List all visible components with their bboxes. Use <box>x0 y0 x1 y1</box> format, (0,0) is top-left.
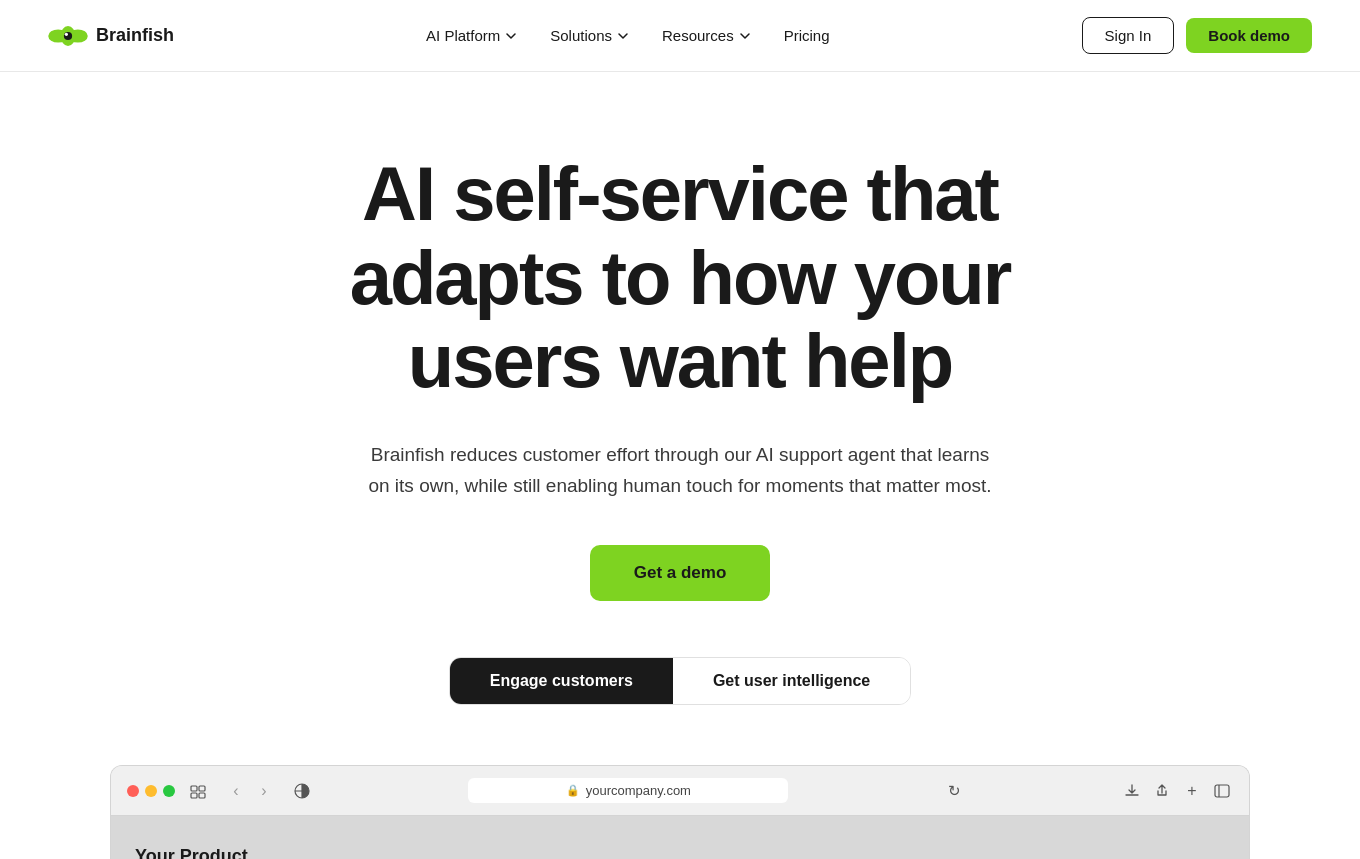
svg-rect-6 <box>199 786 205 791</box>
nav-link-resources[interactable]: Resources <box>648 19 766 52</box>
chevron-down-icon <box>504 29 518 43</box>
nav-link-solutions[interactable]: Solutions <box>536 19 644 52</box>
browser-toolbar: ‹ › 🔒 yourcompany.com ↻ <box>111 766 1249 816</box>
svg-point-3 <box>64 31 72 39</box>
nav-link-ai-platform[interactable]: AI Platform <box>412 19 532 52</box>
svg-rect-10 <box>1215 785 1229 797</box>
browser-right-icons: + <box>1121 780 1233 802</box>
signin-button[interactable]: Sign In <box>1082 17 1175 54</box>
browser-dot-red[interactable] <box>127 785 139 797</box>
hero-section: AI self-service that adapts to how your … <box>0 72 1360 765</box>
hero-subtitle: Brainfish reduces customer effort throug… <box>360 439 1000 502</box>
get-demo-button[interactable]: Get a demo <box>590 545 771 601</box>
svg-point-4 <box>65 32 68 35</box>
browser-nav-controls: ‹ › <box>225 780 275 802</box>
browser-url-bar[interactable]: 🔒 yourcompany.com <box>468 778 788 803</box>
tabs-container: Engage customers Get user intelligence <box>449 657 912 705</box>
browser-back-icon[interactable]: ‹ <box>225 780 247 802</box>
chevron-down-icon <box>616 29 630 43</box>
svg-rect-7 <box>191 793 197 798</box>
browser-section: ‹ › 🔒 yourcompany.com ↻ <box>0 765 1360 859</box>
browser-traffic-lights <box>127 785 175 797</box>
svg-rect-5 <box>191 786 197 791</box>
navbar: Brainfish AI Platform Solutions Resource… <box>0 0 1360 72</box>
browser-forward-icon[interactable]: › <box>253 780 275 802</box>
tab-get-user-intelligence[interactable]: Get user intelligence <box>673 658 910 704</box>
logo-link[interactable]: Brainfish <box>48 22 174 50</box>
nav-links: AI Platform Solutions Resources Pricing <box>412 19 843 52</box>
book-demo-button[interactable]: Book demo <box>1186 18 1312 53</box>
browser-url-text: yourcompany.com <box>586 783 691 798</box>
svg-rect-8 <box>199 793 205 798</box>
browser-refresh-icon[interactable]: ↻ <box>944 780 966 802</box>
brainfish-logo-icon <box>48 22 88 50</box>
browser-product-label: Your Product <box>135 846 248 859</box>
browser-download-icon[interactable] <box>1121 780 1143 802</box>
browser-sidebar-icon[interactable] <box>1211 780 1233 802</box>
browser-tabs-icon <box>187 780 209 802</box>
logo-text: Brainfish <box>96 25 174 46</box>
browser-share-icon[interactable] <box>1151 780 1173 802</box>
nav-link-pricing[interactable]: Pricing <box>770 19 844 52</box>
browser-brightness-icon <box>291 780 313 802</box>
browser-window: ‹ › 🔒 yourcompany.com ↻ <box>110 765 1250 859</box>
lock-icon: 🔒 <box>566 784 580 797</box>
browser-dot-green[interactable] <box>163 785 175 797</box>
browser-content-area: Your Product <box>111 816 1249 859</box>
nav-actions: Sign In Book demo <box>1082 17 1312 54</box>
hero-title: AI self-service that adapts to how your … <box>250 152 1110 403</box>
browser-dot-yellow[interactable] <box>145 785 157 797</box>
tab-engage-customers[interactable]: Engage customers <box>450 658 673 704</box>
browser-add-tab-icon[interactable]: + <box>1181 780 1203 802</box>
tabs-section: Engage customers Get user intelligence <box>48 657 1312 705</box>
chevron-down-icon <box>738 29 752 43</box>
